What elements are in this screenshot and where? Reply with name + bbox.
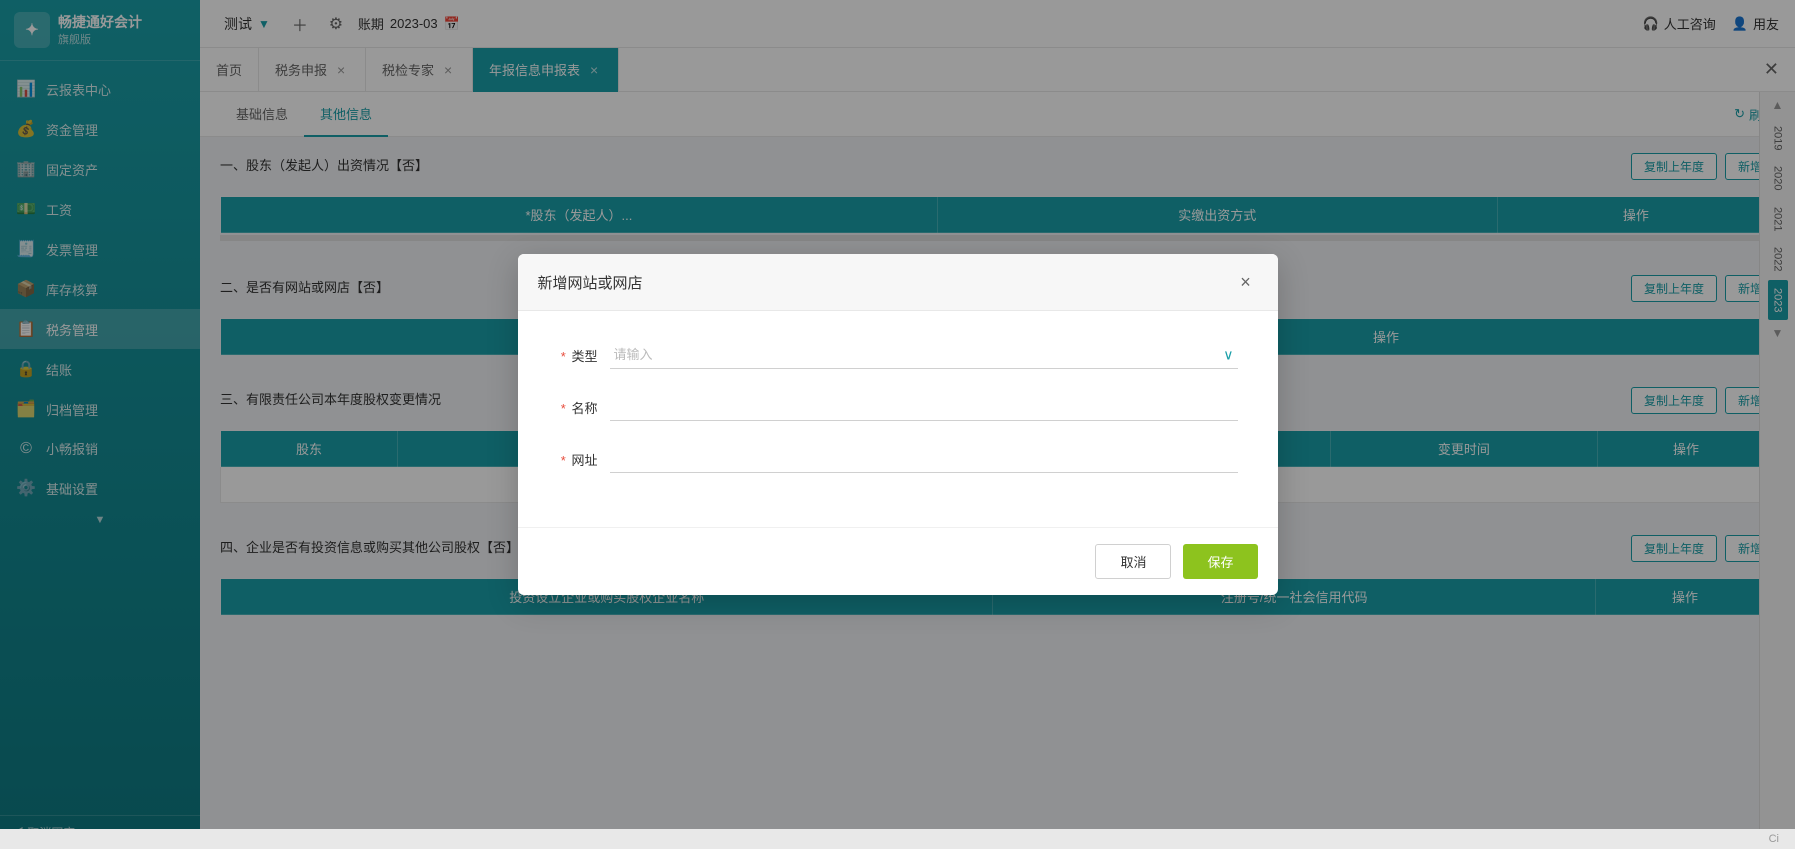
dialog-close-btn[interactable]: × [1234, 270, 1258, 294]
form-input-url-wrap [610, 445, 1238, 473]
dialog-footer: 取消 保存 [518, 527, 1278, 595]
required-star-type: * [561, 349, 566, 364]
form-label-type: * 类型 [558, 346, 598, 365]
form-input-name-wrap [610, 393, 1238, 421]
add-website-dialog: 新增网站或网店 × * 类型 ∨ * 名称 [518, 254, 1278, 595]
url-input[interactable] [610, 445, 1238, 473]
required-star-url: * [561, 453, 566, 468]
type-input[interactable] [610, 341, 1238, 369]
form-row-type: * 类型 ∨ [558, 341, 1238, 369]
form-row-url: * 网址 [558, 445, 1238, 473]
name-input[interactable] [610, 393, 1238, 421]
dialog-overlay[interactable]: 新增网站或网店 × * 类型 ∨ * 名称 [0, 0, 1795, 849]
bottom-bar: Ci [0, 829, 1795, 849]
dialog-header: 新增网站或网店 × [518, 254, 1278, 311]
type-dropdown-arrow[interactable]: ∨ [1223, 347, 1233, 364]
form-row-name: * 名称 [558, 393, 1238, 421]
dialog-title: 新增网站或网店 [538, 272, 643, 293]
cancel-button[interactable]: 取消 [1095, 544, 1171, 579]
save-button[interactable]: 保存 [1183, 544, 1257, 579]
form-label-url: * 网址 [558, 450, 598, 469]
required-star-name: * [561, 401, 566, 416]
dialog-body: * 类型 ∨ * 名称 * [518, 311, 1278, 527]
form-input-type-wrap: ∨ [610, 341, 1238, 369]
bottom-bar-text: Ci [1769, 833, 1779, 845]
form-label-name: * 名称 [558, 398, 598, 417]
